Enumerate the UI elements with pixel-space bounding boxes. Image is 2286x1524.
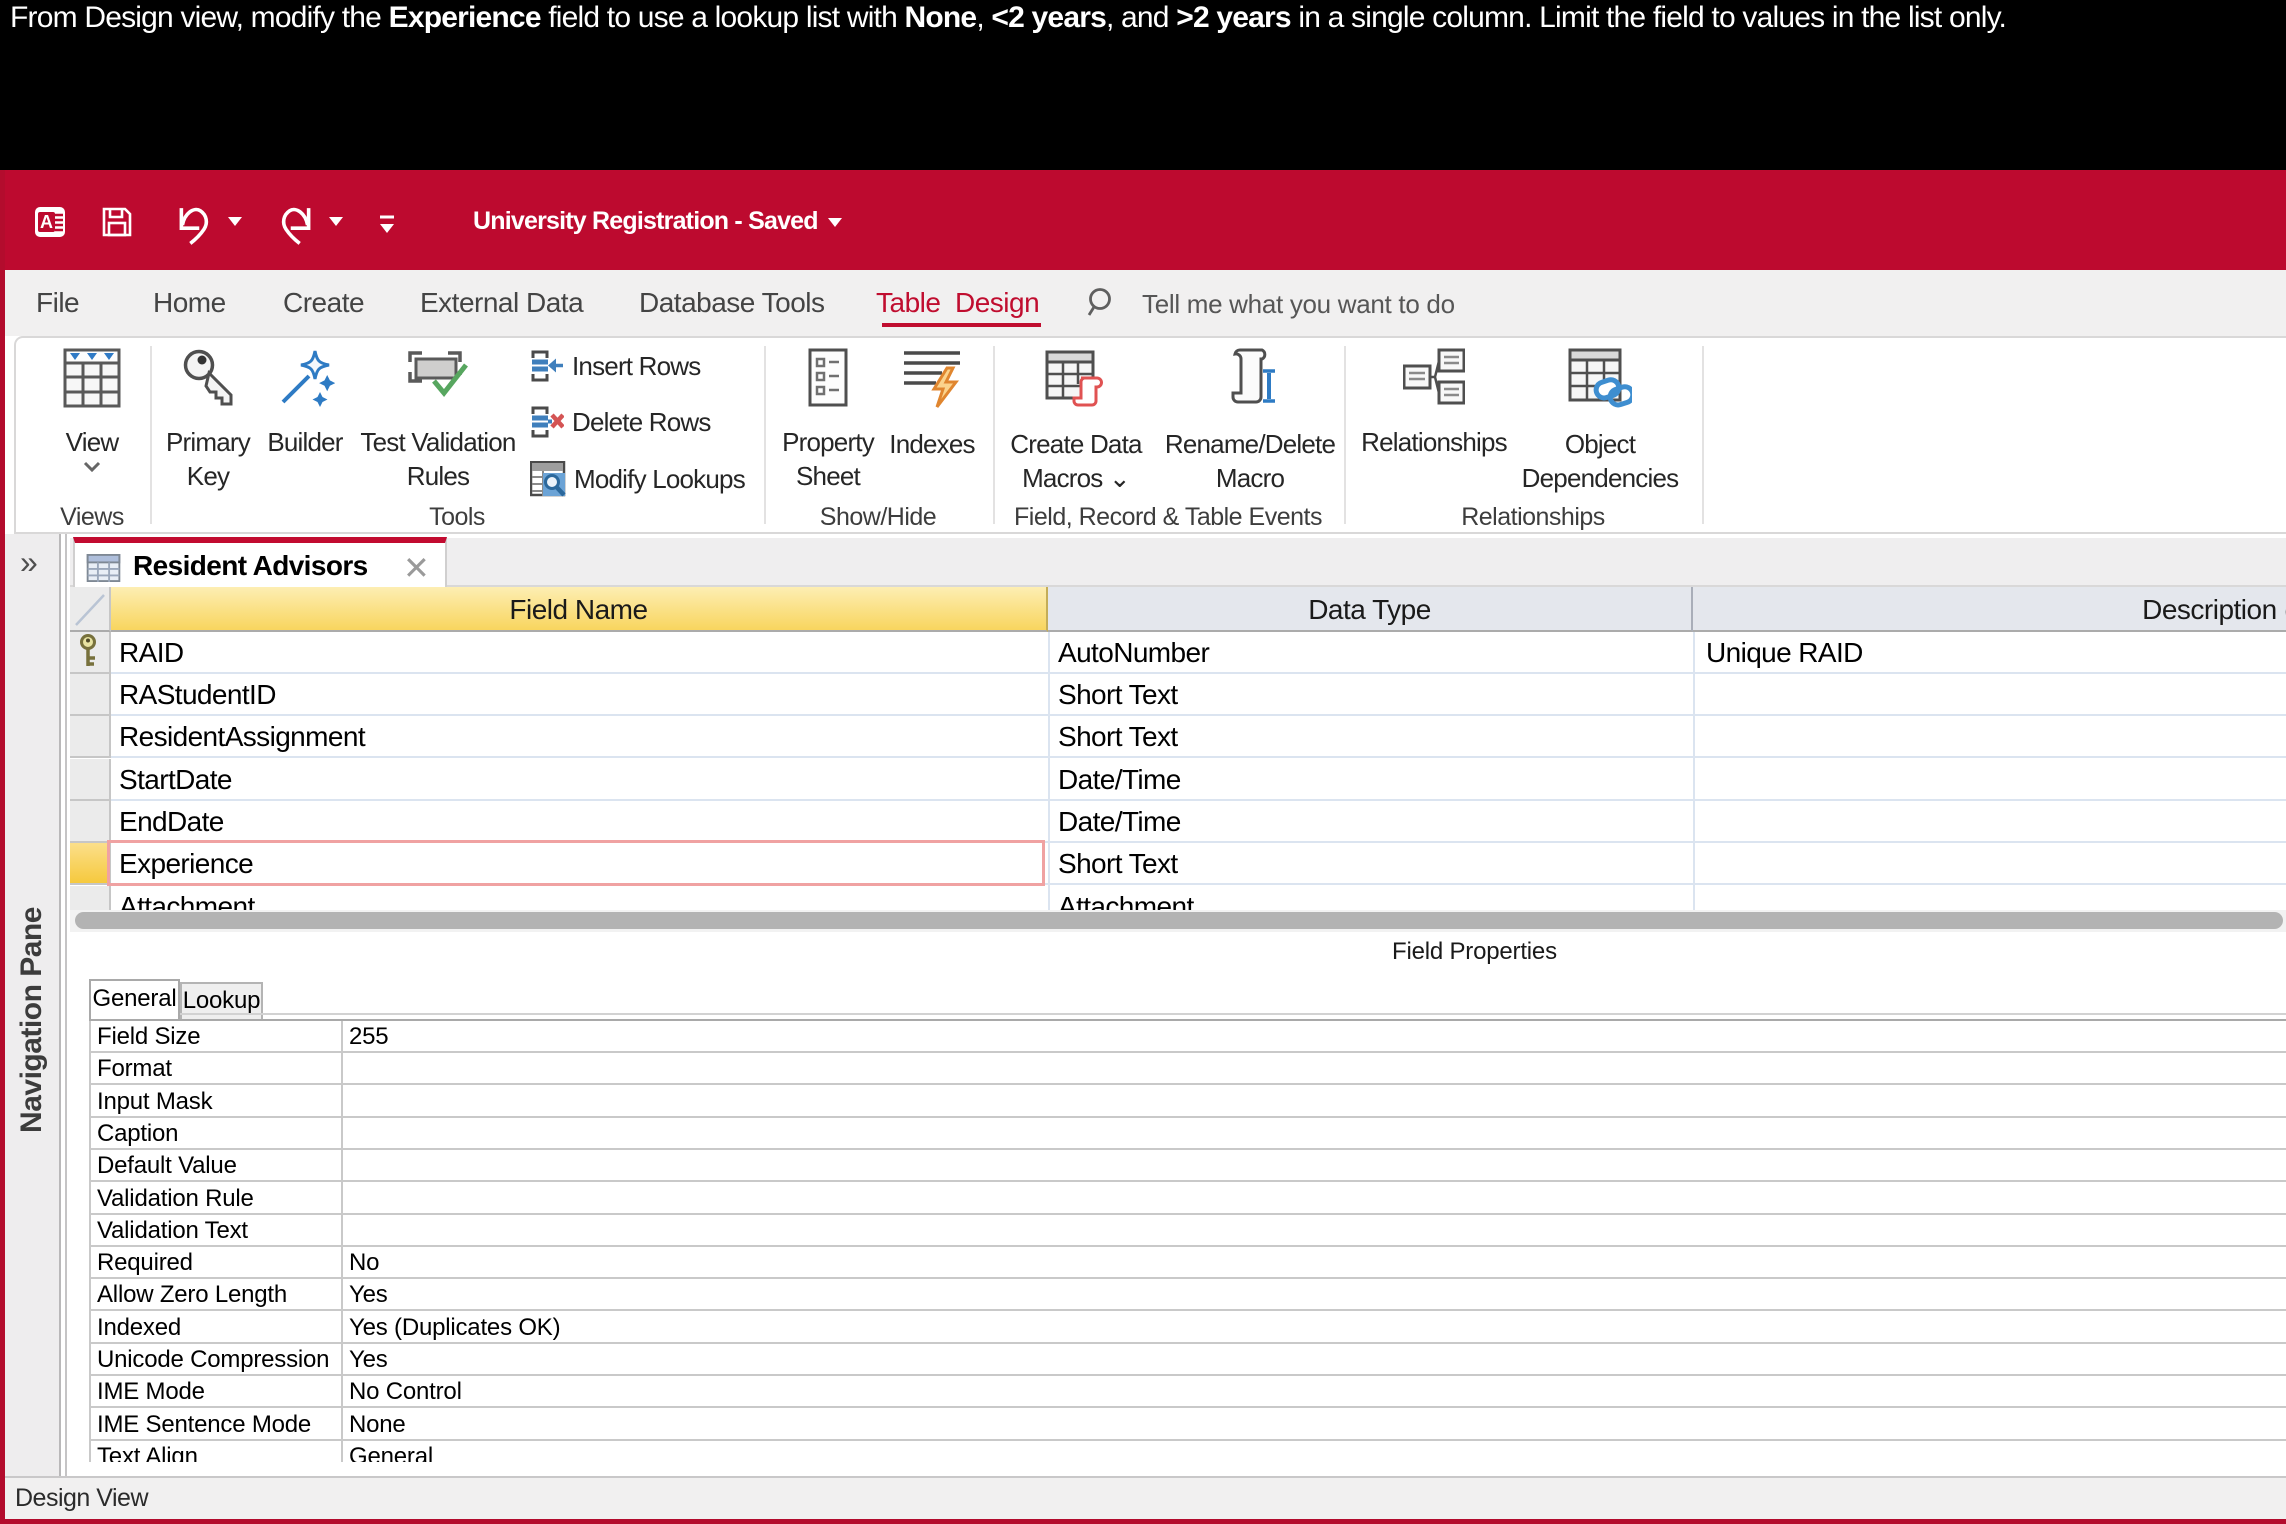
svg-text:A: A [40,212,53,232]
